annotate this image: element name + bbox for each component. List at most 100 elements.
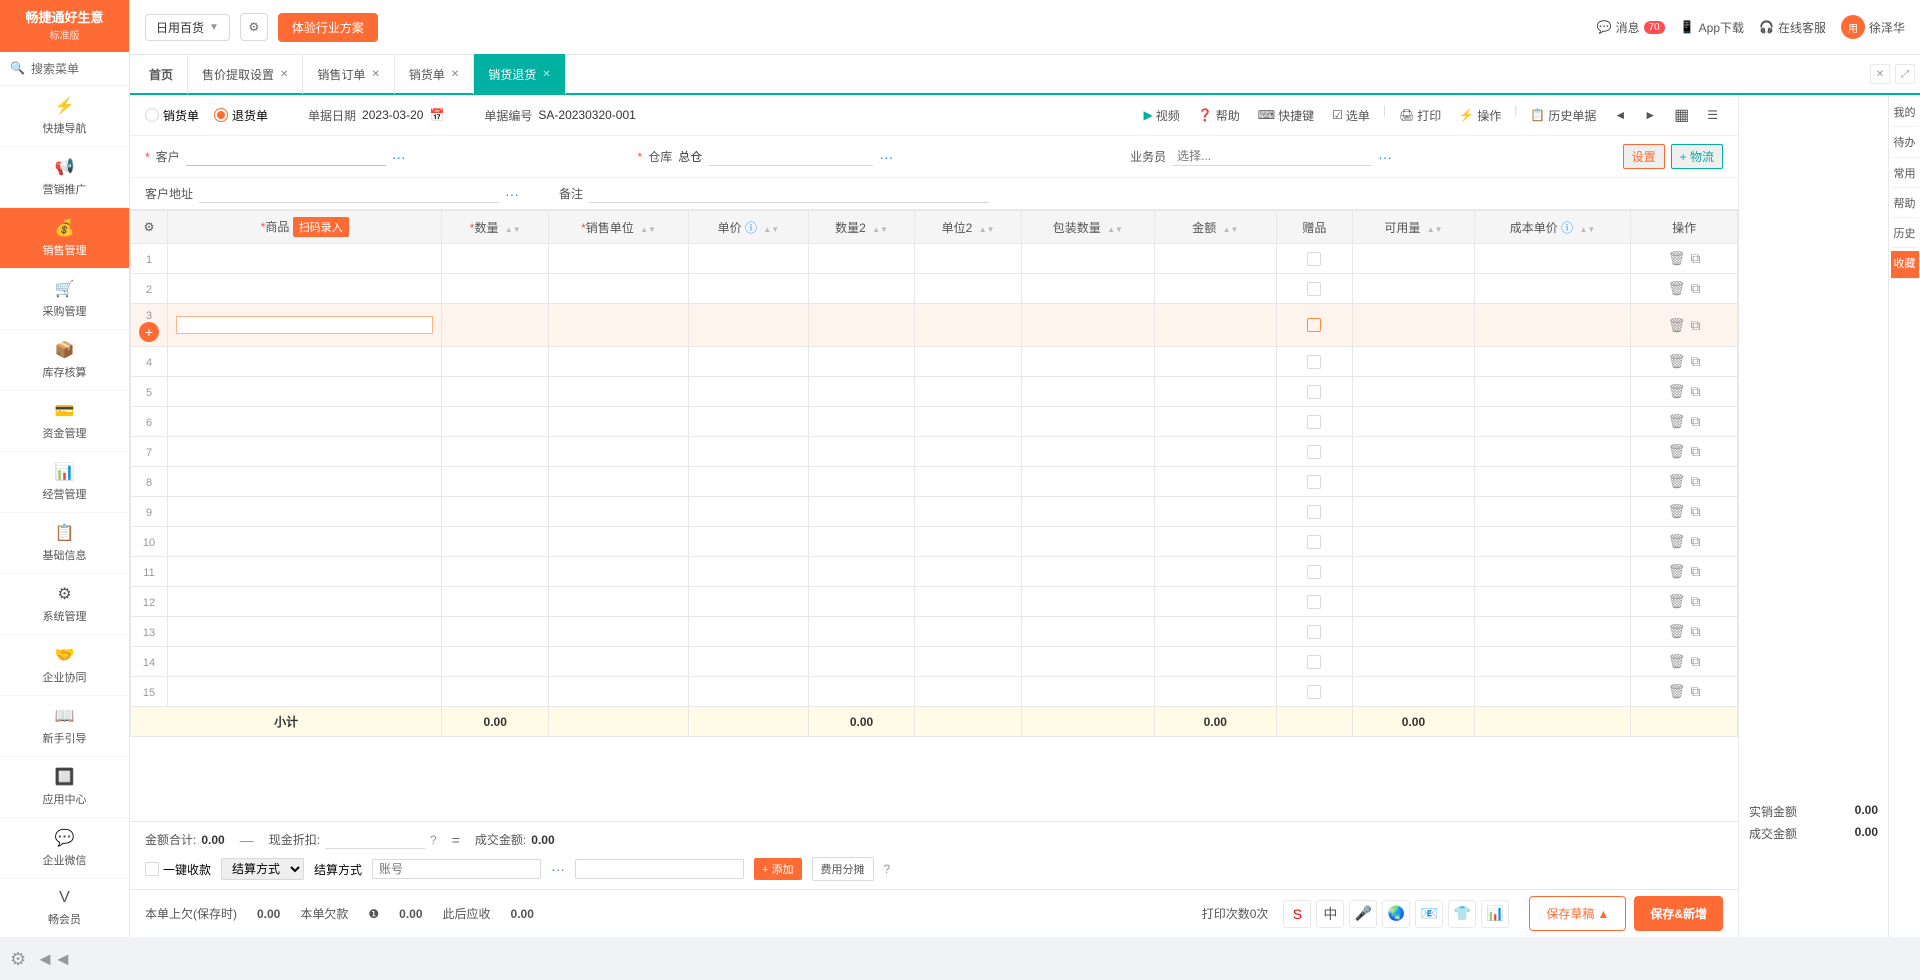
cell-gift-3[interactable] xyxy=(1276,347,1352,377)
help-btn[interactable]: ❓ 帮助 xyxy=(1193,103,1245,127)
delete-icon-4[interactable]: 🗑 xyxy=(1668,383,1686,400)
message-btn[interactable]: 💬 消息 70 xyxy=(1597,19,1665,36)
cell-cost-4[interactable] xyxy=(1474,377,1630,407)
cell-gift-5[interactable] xyxy=(1276,407,1352,437)
sidebar-item-8[interactable]: ⚙系统管理 xyxy=(0,574,129,635)
warehouse-dots[interactable]: ··· xyxy=(879,149,893,165)
cell-price-11[interactable] xyxy=(689,587,809,617)
copy-icon-1[interactable]: ⧉ xyxy=(1691,280,1701,297)
cell-avail-14[interactable] xyxy=(1352,677,1474,707)
cell-pkg-4[interactable] xyxy=(1021,377,1154,407)
cell-gift-14[interactable] xyxy=(1276,677,1352,707)
cell-avail-11[interactable] xyxy=(1352,587,1474,617)
sidebar-item-9[interactable]: 🤝企业协同 xyxy=(0,635,129,696)
copy-icon-0[interactable]: ⧉ xyxy=(1691,250,1701,267)
cell-unit-13[interactable] xyxy=(549,647,689,677)
cell-amount-9[interactable] xyxy=(1154,527,1276,557)
cell-qty-11[interactable] xyxy=(442,587,549,617)
cell-amount-7[interactable] xyxy=(1154,467,1276,497)
cell-amount-8[interactable] xyxy=(1154,497,1276,527)
cell-qty2-6[interactable] xyxy=(808,437,914,467)
cell-amount-2[interactable] xyxy=(1154,304,1276,347)
user-btn[interactable]: 用 徐泽华 xyxy=(1841,15,1905,39)
settings-form-btn[interactable]: 设置 xyxy=(1623,144,1665,169)
cell-price-1[interactable] xyxy=(689,274,809,304)
one-click-pay-checkbox[interactable] xyxy=(145,862,159,876)
sidebar-item-13[interactable]: V畅会员 xyxy=(0,879,129,938)
cell-avail-3[interactable] xyxy=(1352,347,1474,377)
cell-product-11[interactable] xyxy=(168,587,442,617)
cell-gift-13[interactable] xyxy=(1276,647,1352,677)
cell-pkg-10[interactable] xyxy=(1021,557,1154,587)
copy-icon-13[interactable]: ⧉ xyxy=(1691,653,1701,670)
copy-icon-14[interactable]: ⧉ xyxy=(1691,683,1701,700)
staff-input[interactable] xyxy=(1172,147,1372,166)
cell-unit2-2[interactable] xyxy=(915,304,1022,347)
cell-avail-4[interactable] xyxy=(1352,377,1474,407)
cell-product-13[interactable] xyxy=(168,647,442,677)
cell-product-9[interactable] xyxy=(168,527,442,557)
address-input[interactable] xyxy=(199,184,499,203)
cell-product-3[interactable] xyxy=(168,347,442,377)
cell-qty-7[interactable] xyxy=(442,467,549,497)
cell-qty-1[interactable] xyxy=(442,274,549,304)
edge-btn-6[interactable]: 收藏 xyxy=(1891,251,1919,278)
cell-unit-6[interactable] xyxy=(549,437,689,467)
one-click-pay-check[interactable]: 一键收款 xyxy=(145,861,211,878)
cell-qty-0[interactable] xyxy=(442,244,549,274)
list-view-btn[interactable]: ☰ xyxy=(1702,103,1723,127)
cell-qty2-2[interactable] xyxy=(808,304,914,347)
cell-gift-7[interactable] xyxy=(1276,467,1352,497)
cell-cost-3[interactable] xyxy=(1474,347,1630,377)
account-dots[interactable]: ··· xyxy=(551,861,565,877)
cell-qty2-0[interactable] xyxy=(808,244,914,274)
gift-checkbox-13[interactable] xyxy=(1307,655,1321,669)
tab-close-2[interactable]: ✕ xyxy=(371,69,379,80)
tab-1[interactable]: 售价提取设置✕ xyxy=(188,54,303,94)
taskbar-icon-7[interactable]: 📊 xyxy=(1481,900,1509,928)
cell-gift-2[interactable] xyxy=(1276,304,1352,347)
sidebar-item-11[interactable]: 🔲应用中心 xyxy=(0,757,129,818)
sidebar-item-1[interactable]: 📢营销推广 xyxy=(0,147,129,208)
next-btn[interactable]: ► xyxy=(1639,103,1661,127)
remark-input[interactable] xyxy=(589,184,989,203)
cell-unit-7[interactable] xyxy=(549,467,689,497)
edge-btn-1[interactable]: 我的 xyxy=(1891,100,1919,127)
cell-pkg-0[interactable] xyxy=(1021,244,1154,274)
copy-icon-4[interactable]: ⧉ xyxy=(1691,383,1701,400)
cell-amount-13[interactable] xyxy=(1154,647,1276,677)
copy-icon-5[interactable]: ⧉ xyxy=(1691,413,1701,430)
copy-icon-3[interactable]: ⧉ xyxy=(1691,353,1701,370)
cell-unit2-13[interactable] xyxy=(915,647,1022,677)
cell-unit-3[interactable] xyxy=(549,347,689,377)
delete-icon-8[interactable]: 🗑 xyxy=(1668,503,1686,520)
taskbar-icon-2[interactable]: 中 xyxy=(1316,900,1344,928)
cell-qty-3[interactable] xyxy=(442,347,549,377)
delete-icon-5[interactable]: 🗑 xyxy=(1668,413,1686,430)
cell-cost-12[interactable] xyxy=(1474,617,1630,647)
cell-price-5[interactable] xyxy=(689,407,809,437)
delete-icon-2[interactable]: 🗑 xyxy=(1668,317,1686,334)
copy-icon-12[interactable]: ⧉ xyxy=(1691,623,1701,640)
cell-avail-7[interactable] xyxy=(1352,467,1474,497)
taskbar-icon-3[interactable]: 🎤 xyxy=(1349,900,1377,928)
delete-icon-14[interactable]: 🗑 xyxy=(1668,683,1686,700)
cell-product-2[interactable] xyxy=(168,304,442,347)
add-fee-btn[interactable]: + 添加 xyxy=(754,858,801,880)
copy-icon-10[interactable]: ⧉ xyxy=(1691,563,1701,580)
cell-gift-12[interactable] xyxy=(1276,617,1352,647)
discount-input[interactable] xyxy=(325,830,425,849)
cell-cost-8[interactable] xyxy=(1474,497,1630,527)
search-menu[interactable]: 🔍 搜索菜单 xyxy=(0,52,129,86)
cell-price-0[interactable] xyxy=(689,244,809,274)
address-dots[interactable]: ··· xyxy=(505,186,519,202)
gift-checkbox-0[interactable] xyxy=(1307,252,1321,266)
cell-pkg-1[interactable] xyxy=(1021,274,1154,304)
gift-checkbox-6[interactable] xyxy=(1307,445,1321,459)
sidebar-item-10[interactable]: 📖新手引导 xyxy=(0,696,129,757)
cell-pkg-14[interactable] xyxy=(1021,677,1154,707)
cell-gift-9[interactable] xyxy=(1276,527,1352,557)
discount-question-icon[interactable]: ? xyxy=(430,833,437,847)
cell-product-7[interactable] xyxy=(168,467,442,497)
cell-qty2-5[interactable] xyxy=(808,407,914,437)
